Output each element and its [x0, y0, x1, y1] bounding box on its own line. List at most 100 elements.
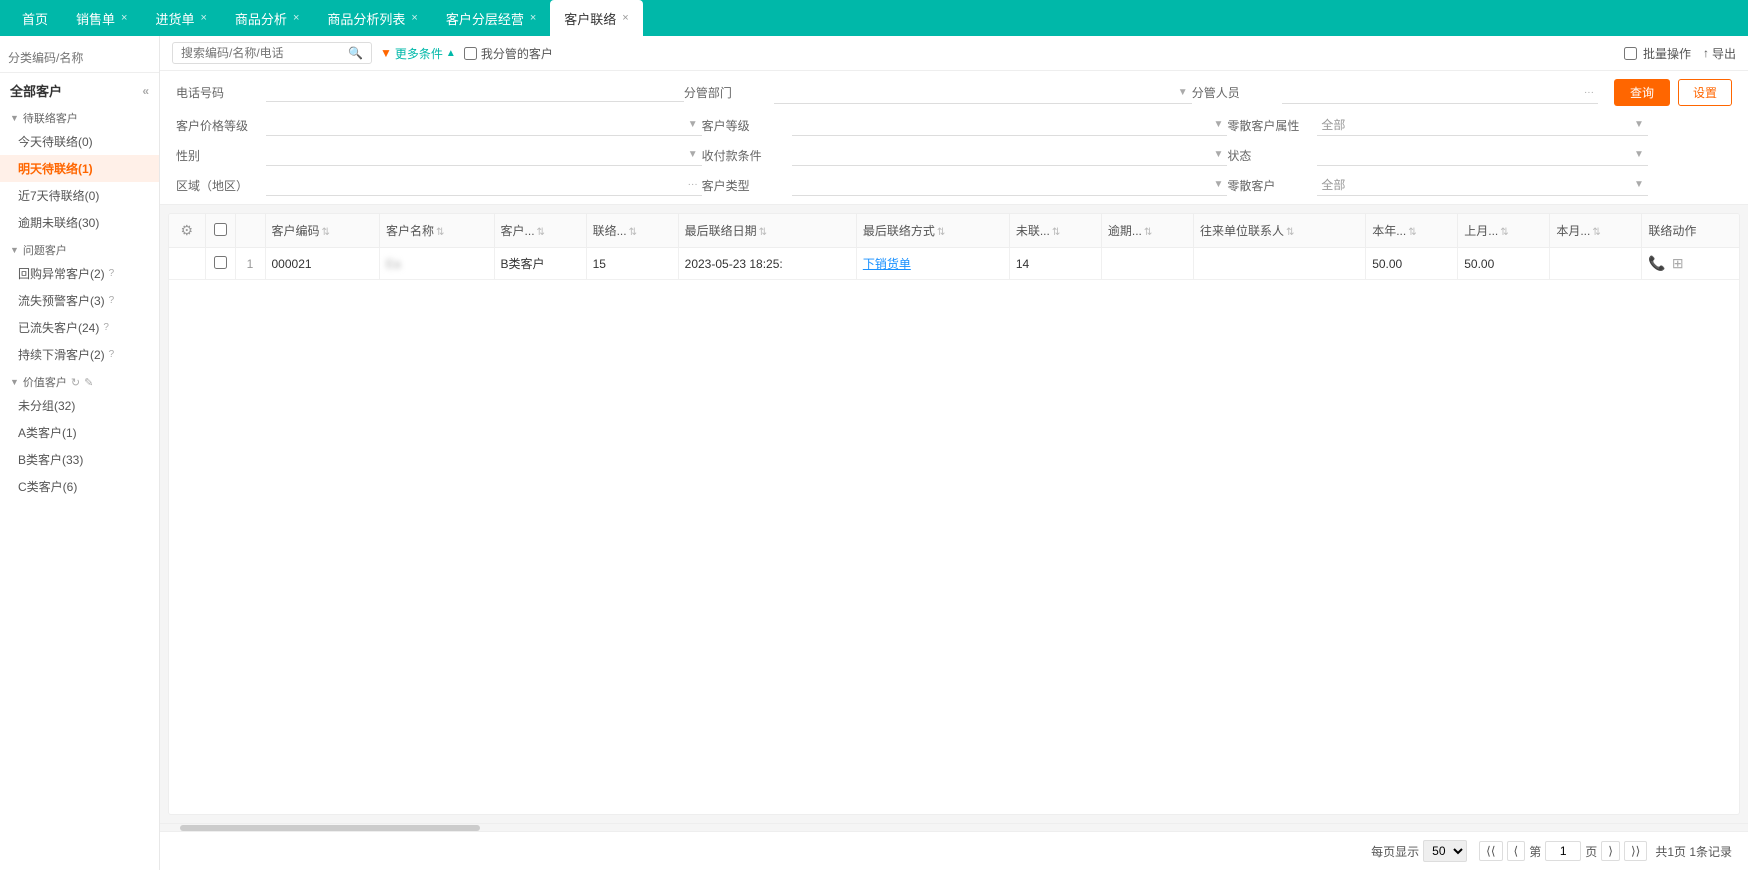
col-this-month[interactable]: 本月...⇅ [1550, 214, 1642, 248]
page-info: 第 页 [1529, 841, 1597, 861]
collapse-icon[interactable]: « [142, 84, 149, 98]
page-number-input[interactable] [1545, 841, 1581, 861]
filter-row-3: 性别 ▼ 收付款条件 ▼ 状态 ▼ [176, 144, 1732, 166]
sidebar-item-c-class[interactable]: C类客户(6) [0, 473, 159, 500]
row-code: 000021 [265, 248, 380, 280]
sidebar-item-7days[interactable]: 近7天待联络(0) [0, 182, 159, 209]
close-icon[interactable]: × [293, 12, 299, 24]
first-page-btn[interactable]: ⟨⟨ [1479, 841, 1502, 861]
filter-manager: 分管人员 ··· [1192, 82, 1598, 104]
manager-select[interactable]: ··· [1282, 82, 1598, 104]
question-icon: ? [103, 322, 109, 333]
prev-page-btn[interactable]: ⟨ [1507, 841, 1526, 861]
filter-customer-type: 客户类型 ▼ [702, 174, 1228, 196]
col-last-contact-date[interactable]: 最后联络日期⇅ [678, 214, 856, 248]
sidebar-search-area: 🔍 [0, 44, 159, 73]
export-btn[interactable]: ↑ 导出 [1703, 45, 1736, 62]
region-select[interactable]: ··· [266, 174, 702, 196]
col-code[interactable]: 客户编码⇅ [265, 214, 380, 248]
col-overdue[interactable]: 逾期...⇅ [1101, 214, 1193, 248]
col-type[interactable]: 客户...⇅ [494, 214, 586, 248]
row-action-phone-icon[interactable]: 📞 [1648, 255, 1665, 272]
filter-row-1: 电话号码 分管部门 ▼ 分管人员 ··· 查询 设置 [176, 79, 1732, 106]
col-this-year[interactable]: 本年...⇅ [1366, 214, 1458, 248]
nav-analysis-list[interactable]: 商品分析列表 × [313, 0, 431, 36]
filter-row-2: 客户价格等级 ▼ 客户等级 ▼ 零散客户属性 全部▼ [176, 114, 1732, 136]
settings-icon[interactable]: ⚙ [180, 222, 193, 238]
value-group-refresh[interactable]: ↻ [71, 376, 80, 389]
next-page-btn[interactable]: ⟩ [1601, 841, 1620, 861]
retail-customer-select[interactable]: 全部▼ [1317, 174, 1648, 196]
batch-checkbox[interactable] [1624, 47, 1637, 60]
nav-customer-contact[interactable]: 客户联络 × [550, 0, 642, 36]
gender-select[interactable]: ▼ [266, 144, 702, 166]
scrollbar-thumb[interactable] [180, 825, 480, 831]
col-name[interactable]: 客户名称⇅ [380, 214, 495, 248]
nav-customer-tier[interactable]: 客户分层经营 × [432, 0, 550, 36]
phone-input[interactable] [266, 83, 684, 102]
customer-value-select[interactable]: ▼ [266, 114, 702, 136]
close-icon[interactable]: × [200, 12, 206, 24]
filter-actions: 查询 设置 [1614, 79, 1732, 106]
row-action-grid-icon[interactable]: ⊞ [1672, 255, 1684, 272]
col-contact-count[interactable]: 联络...⇅ [586, 214, 678, 248]
sidebar-item-declining[interactable]: 持续下滑客户(2) ? [0, 341, 159, 368]
sidebar-item-b-class[interactable]: B类客户(33) [0, 446, 159, 473]
nav-purchase[interactable]: 进货单 × [141, 0, 220, 36]
sidebar-item-overdue[interactable]: 逾期未联络(30) [0, 209, 159, 236]
sidebar-item-ungrouped[interactable]: 未分组(32) [0, 392, 159, 419]
total-info: 共1页 1条记录 [1655, 843, 1732, 860]
batch-op-btn[interactable]: 批量操作 [1624, 45, 1691, 62]
row-no-contact: 14 [1009, 248, 1101, 280]
col-unit-contact[interactable]: 往来单位联系人⇅ [1193, 214, 1365, 248]
status-select[interactable]: ▼ [1317, 144, 1648, 166]
search-icon[interactable]: 🔍 [348, 46, 363, 60]
payment-select[interactable]: ▼ [792, 144, 1228, 166]
col-last-contact-method[interactable]: 最后联络方式⇅ [856, 214, 1009, 248]
close-icon[interactable]: × [622, 12, 628, 24]
sidebar-item-churn-warning[interactable]: 流失预警客户(3) ? [0, 287, 159, 314]
main-layout: 🔍 全部客户 « 待联络客户 今天待联络(0) 明天待联络(1) 近7天待联络(… [0, 36, 1748, 870]
row-overdue [1101, 248, 1193, 280]
nav-analysis[interactable]: 商品分析 × [221, 0, 313, 36]
sidebar-item-churned[interactable]: 已流失客户(24) ? [0, 314, 159, 341]
row-checkbox[interactable] [214, 256, 227, 269]
content-area: 🔍 ▼ 更多条件 ▲ 我分管的客户 批量操作 ↑ 导出 [160, 36, 1748, 870]
col-select-all[interactable] [205, 214, 235, 248]
select-all-checkbox[interactable] [214, 223, 227, 236]
sidebar-item-tomorrow[interactable]: 明天待联络(1) [0, 155, 159, 182]
customer-type-select[interactable]: ▼ [792, 174, 1228, 196]
close-icon[interactable]: × [530, 12, 536, 24]
more-conditions-btn[interactable]: ▼ 更多条件 ▲ [380, 45, 456, 62]
set-button[interactable]: 设置 [1678, 79, 1732, 106]
nav-home[interactable]: 首页 [8, 0, 62, 36]
close-icon[interactable]: × [411, 12, 417, 24]
col-no-contact[interactable]: 未联...⇅ [1009, 214, 1101, 248]
sidebar-search-input[interactable] [8, 51, 160, 65]
search-input[interactable] [181, 46, 344, 60]
col-last-month[interactable]: 上月...⇅ [1458, 214, 1550, 248]
sidebar-item-today[interactable]: 今天待联络(0) [0, 128, 159, 155]
retail-attr-select[interactable]: 全部▼ [1317, 114, 1648, 136]
query-button[interactable]: 查询 [1614, 79, 1670, 106]
filter-dept: 分管部门 ▼ [684, 82, 1192, 104]
close-icon[interactable]: × [121, 12, 127, 24]
sidebar-item-repurchase-abnormal[interactable]: 回购异常客户(2) ? [0, 260, 159, 287]
row-num: 1 [235, 248, 265, 280]
pagination: 每页显示 50 ⟨⟨ ⟨ 第 页 ⟩ ⟩⟩ 共1页 1条记录 [160, 831, 1748, 870]
my-customers-checkbox[interactable] [464, 47, 477, 60]
col-num [235, 214, 265, 248]
page-size-area: 每页显示 50 [1371, 840, 1471, 862]
nav-sales[interactable]: 销售单 × [62, 0, 141, 36]
page-size-select[interactable]: 50 [1423, 840, 1467, 862]
horizontal-scrollbar[interactable] [160, 823, 1748, 831]
toolbar-right: 批量操作 ↑ 导出 [1624, 45, 1736, 62]
customer-level-select[interactable]: ▼ [792, 114, 1228, 136]
sidebar-item-a-class[interactable]: A类客户(1) [0, 419, 159, 446]
filter-icon: ▼ [380, 46, 392, 60]
last-page-btn[interactable]: ⟩⟩ [1624, 841, 1647, 861]
col-settings[interactable]: ⚙ [169, 214, 205, 248]
value-group-edit[interactable]: ✎ [84, 376, 93, 389]
dept-select[interactable]: ▼ [774, 82, 1192, 104]
contact-method-link[interactable]: 下销货单 [863, 257, 911, 271]
